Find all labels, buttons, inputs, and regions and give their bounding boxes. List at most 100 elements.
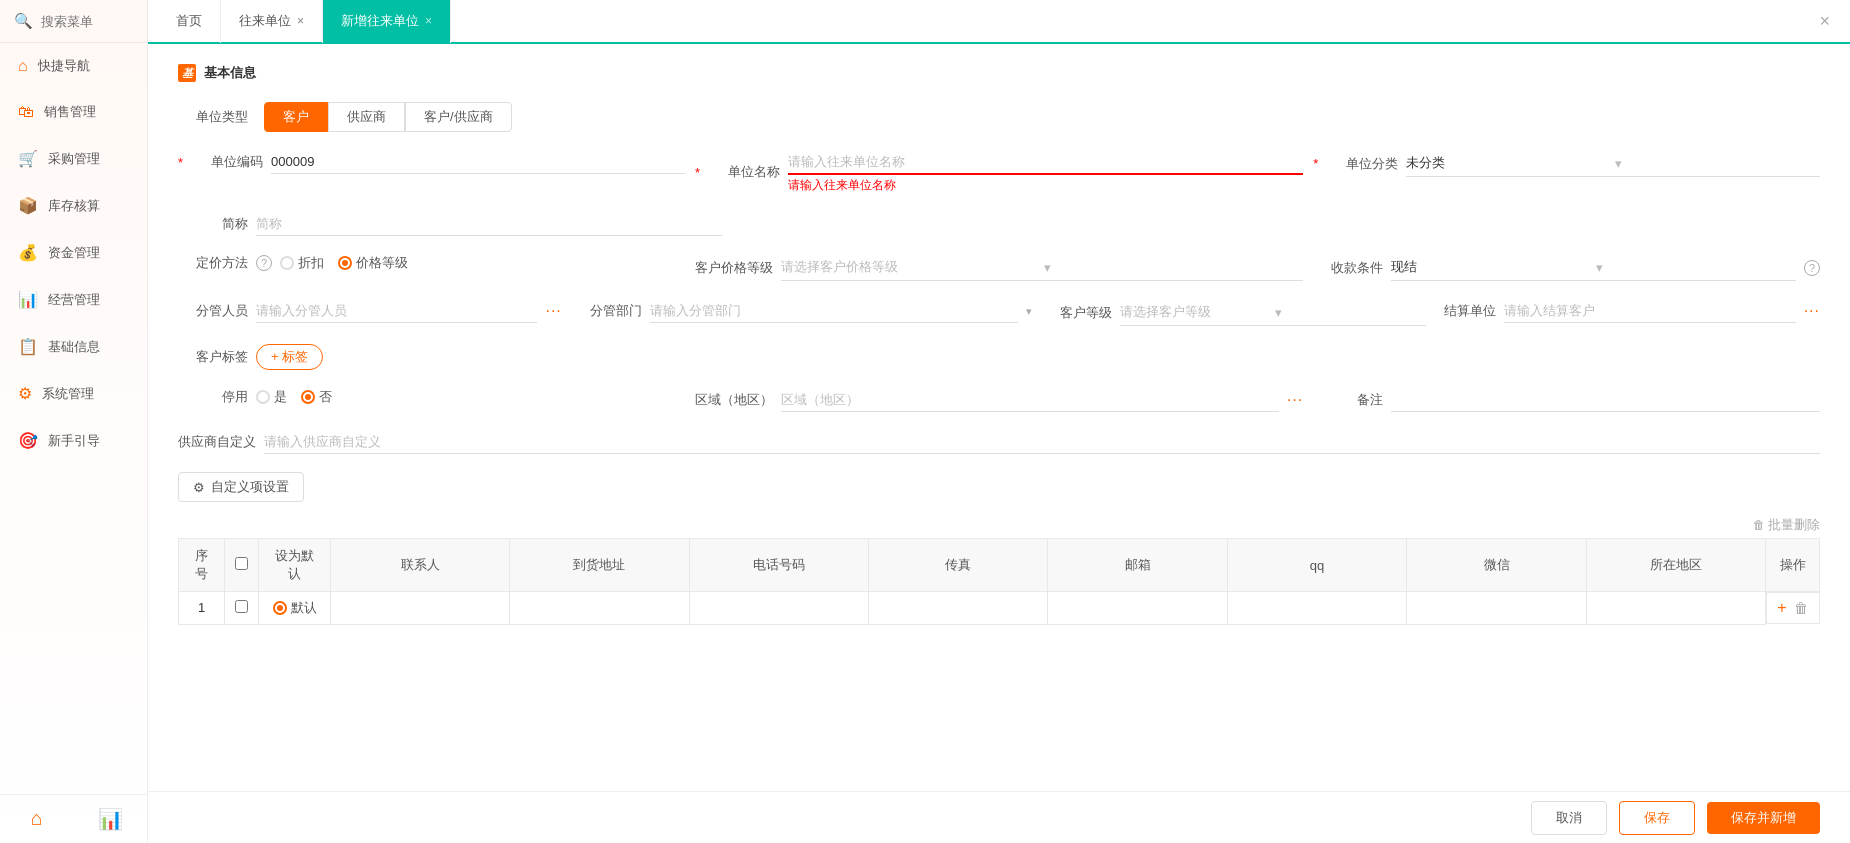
search-menu-row[interactable]: 🔍 [0, 0, 147, 43]
region-field: 区域（地区） ··· [695, 388, 1303, 412]
row-email[interactable] [1048, 592, 1227, 625]
row-wechat[interactable] [1407, 592, 1586, 625]
sidebar-item-quick-nav-label: 快捷导航 [38, 57, 90, 75]
settlement-unit-input[interactable] [1504, 299, 1795, 323]
save-and-add-button[interactable]: 保存并新增 [1707, 802, 1820, 834]
radio-price-level[interactable]: 价格等级 [338, 254, 408, 272]
region-input[interactable] [781, 388, 1279, 412]
btn-both[interactable]: 客户/供应商 [405, 102, 512, 132]
radio-disabled-yes[interactable]: 是 [256, 388, 287, 406]
sidebar-item-quick-nav[interactable]: ⌂ 快捷导航 [0, 43, 147, 89]
btn-customer[interactable]: 客户 [264, 102, 328, 132]
sidebar-item-operations[interactable]: 📊 经营管理 [0, 276, 147, 323]
disabled-radio-group: 是 否 [256, 388, 332, 406]
sidebar-item-purchase[interactable]: 🛒 采购管理 [0, 135, 147, 182]
sidebar-item-guide[interactable]: 🎯 新手引导 [0, 417, 147, 464]
row-qq-input[interactable] [1238, 600, 1396, 615]
col-action: 操作 [1766, 539, 1820, 592]
customer-level-chevron: ▾ [1275, 305, 1426, 320]
operations-icon: 📊 [18, 290, 38, 309]
row-fax[interactable] [869, 592, 1048, 625]
sidebar-item-system[interactable]: ⚙ 系统管理 [0, 370, 147, 417]
tab-partners[interactable]: 往来单位 × [221, 0, 323, 43]
manager-field: 分管人员 ··· [178, 299, 562, 323]
row-delete-btn[interactable]: 🗑 [1794, 600, 1808, 616]
sidebar-item-basic-info[interactable]: 📋 基础信息 [0, 323, 147, 370]
row-address[interactable] [510, 592, 689, 625]
row-default-label: 默认 [291, 599, 317, 617]
sidebar-item-inventory[interactable]: 📦 库存核算 [0, 182, 147, 229]
add-tag-button[interactable]: + 标签 [256, 344, 323, 370]
sidebar-item-sales-label: 销售管理 [44, 103, 96, 121]
row-add-btn[interactable]: + [1777, 599, 1786, 617]
unit-code-input[interactable] [271, 150, 685, 174]
unit-code-label: 单位编码 [193, 153, 263, 171]
pricing-help-icon[interactable]: ? [256, 255, 272, 271]
sidebar-item-sales[interactable]: 🛍 销售管理 [0, 89, 147, 135]
row-default[interactable]: 默认 [259, 592, 331, 625]
row-fax-input[interactable] [879, 600, 1037, 615]
tabbar: 首页 往来单位 × 新增往来单位 × × [148, 0, 1850, 44]
row-area[interactable] [1586, 592, 1765, 625]
row-contact[interactable] [330, 592, 509, 625]
unit-type-buttons: 客户 供应商 客户/供应商 [264, 102, 512, 132]
unit-name-input[interactable] [788, 150, 1303, 175]
unit-category-select[interactable]: 未分类 ▾ [1406, 150, 1820, 177]
unit-name-field: * 单位名称 请输入往来单位名称 [695, 150, 1303, 194]
department-chevron: ▾ [1026, 305, 1032, 318]
customer-price-level-select[interactable]: 请选择客户价格等级 ▾ [781, 254, 1303, 281]
tabbar-close-all[interactable]: × [1809, 11, 1840, 32]
row-area-input[interactable] [1597, 600, 1755, 615]
row-address-input[interactable] [520, 600, 678, 615]
row-phone[interactable] [689, 592, 868, 625]
col-email: 邮箱 [1048, 539, 1227, 592]
row-qq[interactable] [1227, 592, 1406, 625]
row-email-input[interactable] [1058, 600, 1216, 615]
cancel-button[interactable]: 取消 [1531, 801, 1607, 835]
tab-new-partner-close[interactable]: × [425, 14, 432, 28]
custom-settings-button[interactable]: ⚙ 自定义项设置 [178, 472, 304, 502]
sidebar-item-finance[interactable]: 💰 资金管理 [0, 229, 147, 276]
region-more-btn[interactable]: ··· [1287, 391, 1303, 409]
alias-field: 简称 [178, 212, 722, 236]
payment-terms-select[interactable]: 现结 ▾ [1391, 254, 1796, 281]
manager-input[interactable] [256, 299, 537, 323]
row-wechat-input[interactable] [1417, 600, 1575, 615]
alias-label: 简称 [178, 215, 248, 233]
tab-partners-close[interactable]: × [297, 14, 304, 28]
batch-delete-label[interactable]: 批量删除 [1768, 517, 1820, 532]
manager-row: 分管人员 ··· 分管部门 ▾ 客户等级 请选择客户等级 ▾ 结算单位 ··· [178, 299, 1820, 326]
row-action[interactable]: + 🗑 [1766, 592, 1819, 624]
save-button[interactable]: 保存 [1619, 801, 1695, 835]
settlement-unit-more-btn[interactable]: ··· [1804, 302, 1820, 320]
supplier-custom-input[interactable] [264, 430, 1820, 454]
unit-code-field: * 单位编码 [178, 150, 685, 174]
radio-disabled-no[interactable]: 否 [301, 388, 332, 406]
sidebar-item-finance-label: 资金管理 [48, 244, 100, 262]
tab-home[interactable]: 首页 [158, 0, 221, 43]
department-input[interactable] [650, 299, 1019, 323]
row-default-radio[interactable]: 默认 [269, 599, 320, 617]
row-contact-input[interactable] [341, 600, 499, 615]
sidebar-footer-settings[interactable]: 📊 [74, 795, 148, 843]
radio-discount-label: 折扣 [298, 254, 324, 272]
col-checkbox[interactable] [225, 539, 259, 592]
sales-icon: 🛍 [18, 103, 34, 121]
manager-more-btn[interactable]: ··· [545, 302, 561, 320]
sidebar-footer-home[interactable]: ⌂ [0, 795, 74, 843]
pricing-method-label: 定价方法 [178, 254, 248, 272]
radio-discount[interactable]: 折扣 [280, 254, 324, 272]
btn-supplier[interactable]: 供应商 [328, 102, 405, 132]
remarks-input[interactable] [1391, 388, 1820, 412]
search-menu-input[interactable] [41, 14, 133, 29]
disabled-row: 停用 是 否 区域（地区） ··· 备注 [178, 388, 1820, 412]
row-phone-input[interactable] [700, 600, 858, 615]
select-all-checkbox[interactable] [235, 557, 248, 570]
customer-level-select[interactable]: 请选择客户等级 ▾ [1120, 299, 1426, 326]
payment-terms-help[interactable]: ? [1804, 260, 1820, 276]
row-checkbox-input[interactable] [235, 600, 248, 613]
alias-input[interactable] [256, 212, 722, 236]
row-checkbox[interactable] [225, 592, 259, 625]
col-seq: 序号 [179, 539, 225, 592]
tab-new-partner[interactable]: 新增往来单位 × [323, 0, 451, 43]
